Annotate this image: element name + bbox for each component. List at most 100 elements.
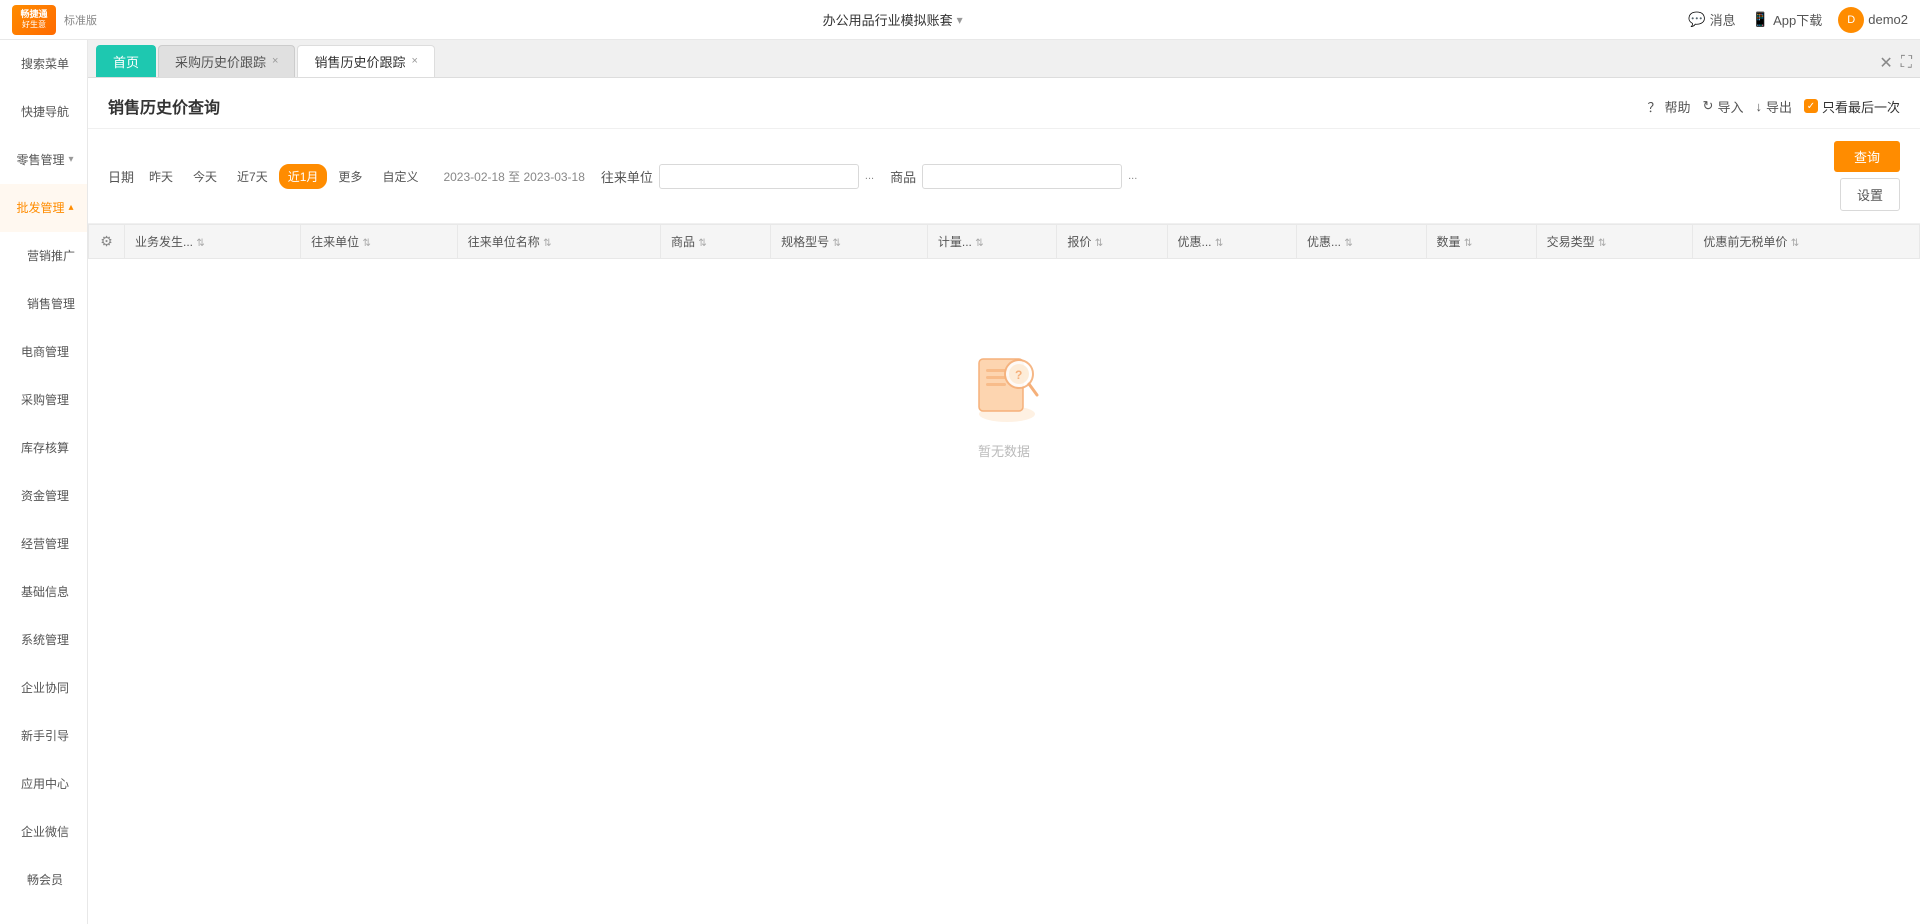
date-btn-1month[interactable]: 近1月 <box>279 164 328 189</box>
ecommerce-mgmt-label: 电商管理 <box>21 344 69 361</box>
import-icon: ↻ <box>1703 98 1714 114</box>
export-icon: ↓ <box>1755 99 1762 114</box>
tab-bar: 首页 采购历史价跟踪 × 销售历史价跟踪 × ✕ ⛶ <box>88 40 1920 78</box>
enterprise-coop-label: 企业协同 <box>21 680 69 697</box>
content-area: 首页 采购历史价跟踪 × 销售历史价跟踪 × ✕ ⛶ 销售历史价查询 <box>88 40 1920 924</box>
partner-input[interactable] <box>659 164 859 189</box>
app-download-btn[interactable]: 📱 App下载 <box>1752 10 1823 29</box>
empty-icon: ? <box>959 339 1049 429</box>
col-qty[interactable]: 数量 ⇅ <box>1426 225 1536 259</box>
export-btn[interactable]: ↓ 导出 <box>1755 97 1792 116</box>
retail-mgmt-sub-icon: ▾ <box>68 153 73 167</box>
sort-icon-partner: ⇅ <box>362 238 370 249</box>
sidebar-item-retail-mgmt[interactable]: 零售管理 ▾ <box>0 136 87 184</box>
sidebar-item-purchase-mgmt[interactable]: 采购管理 <box>0 376 87 424</box>
retail-mgmt-label: 零售管理 <box>16 152 64 169</box>
sort-icon-discount2: ⇅ <box>1344 238 1352 249</box>
sidebar-item-member-card[interactable]: 畅会员 <box>0 856 87 904</box>
query-actions: 查询 设置 <box>1834 141 1900 211</box>
tab-home-label: 首页 <box>113 52 139 71</box>
date-filter-group: 日期 昨天 今天 近7天 近1月 更多 自定义 <box>108 164 427 189</box>
user-area[interactable]: D demo2 <box>1838 7 1908 33</box>
sort-icon-unit: ⇅ <box>975 238 983 249</box>
col-product[interactable]: 商品 ⇅ <box>661 225 771 259</box>
top-bar: 畅捷通 好生意 标准版 办公用品行业模拟账套 ▾ 💬 消息 📱 App下载 D … <box>0 0 1920 40</box>
sidebar-item-basic-info[interactable]: 基础信息 <box>0 568 87 616</box>
import-label: 导入 <box>1717 97 1743 116</box>
col-settings[interactable]: ⚙ <box>89 225 125 259</box>
sales-mgmt-label: 销售管理 <box>27 296 75 313</box>
sidebar-item-ecommerce-mgmt[interactable]: 电商管理 <box>0 328 87 376</box>
filter-bar: 日期 昨天 今天 近7天 近1月 更多 自定义 2023-02-18 至 202… <box>88 129 1920 224</box>
sort-icon-tax-free-price: ⇅ <box>1791 238 1799 249</box>
sidebar-item-sales-mgmt[interactable]: 销售管理 <box>0 280 87 328</box>
basic-info-label: 基础信息 <box>21 584 69 601</box>
sidebar-item-app-center[interactable]: 应用中心 <box>0 760 87 808</box>
date-range-display: 2023-02-18 至 2023-03-18 <box>443 168 584 185</box>
date-btn-custom[interactable]: 自定义 <box>373 164 427 189</box>
col-discount1[interactable]: 优惠... ⇅ <box>1167 225 1297 259</box>
tab-purchase-history-close[interactable]: × <box>272 56 278 67</box>
message-label: 消息 <box>1710 10 1736 29</box>
col-biz-date[interactable]: 业务发生... ⇅ <box>125 225 301 259</box>
sidebar-item-enterprise-coop[interactable]: 企业协同 <box>0 664 87 712</box>
tab-purchase-history[interactable]: 采购历史价跟踪 × <box>158 45 295 77</box>
sidebar-item-system-mgmt[interactable]: 系统管理 <box>0 616 87 664</box>
system-mgmt-label: 系统管理 <box>21 632 69 649</box>
query-button[interactable]: 查询 <box>1834 141 1900 172</box>
export-label: 导出 <box>1766 97 1792 116</box>
col-trade-type[interactable]: 交易类型 ⇅ <box>1536 225 1693 259</box>
app-center-label: 应用中心 <box>21 776 69 793</box>
sidebar-item-ops-mgmt[interactable]: 经营管理 <box>0 520 87 568</box>
import-btn[interactable]: ↻ 导入 <box>1703 97 1744 116</box>
date-btn-7days[interactable]: 近7天 <box>228 164 277 189</box>
date-btn-more[interactable]: 更多 <box>329 164 371 189</box>
col-unit[interactable]: 计量... ⇅ <box>927 225 1057 259</box>
sidebar-item-finance-mgmt[interactable]: 资金管理 <box>0 472 87 520</box>
sidebar-item-enterprise-wechat[interactable]: 企业微信 <box>0 808 87 856</box>
only-last-checkbox[interactable]: ✓ 只看最后一次 <box>1804 97 1900 116</box>
sidebar-item-search-menu[interactable]: 搜索菜单 <box>0 40 87 88</box>
product-filter-group: 商品 ... <box>890 164 1137 189</box>
tab-sales-history[interactable]: 销售历史价跟踪 × <box>297 45 434 77</box>
expand-btn[interactable]: ⛶ <box>1901 54 1912 72</box>
wholesale-mgmt-label: 批发管理 <box>16 200 64 217</box>
settings-icon[interactable]: ⚙ <box>100 233 113 249</box>
tab-sales-history-close[interactable]: × <box>411 56 417 67</box>
product-dots[interactable]: ... <box>1128 170 1137 182</box>
tab-purchase-history-label: 采购历史价跟踪 <box>175 52 266 71</box>
sidebar-item-marketing[interactable]: 营销推广 <box>0 232 87 280</box>
brand-logo: 畅捷通 好生意 <box>12 5 56 35</box>
col-discount2[interactable]: 优惠... ⇅ <box>1297 225 1427 259</box>
message-btn[interactable]: 💬 消息 <box>1688 10 1735 29</box>
sidebar-item-inventory[interactable]: 库存核算 <box>0 424 87 472</box>
date-btn-yesterday[interactable]: 昨天 <box>140 164 182 189</box>
product-input[interactable] <box>922 164 1122 189</box>
sidebar-item-new-user-guide[interactable]: 新手引导 <box>0 712 87 760</box>
col-partner-name[interactable]: 往来单位名称 ⇅ <box>457 225 660 259</box>
page-header-actions: ？ 帮助 ↻ 导入 ↓ 导出 ✓ 只看最后一 <box>1648 97 1900 116</box>
col-price[interactable]: 报价 ⇅ <box>1057 225 1167 259</box>
col-partner[interactable]: 往来单位 ⇅ <box>301 225 458 259</box>
app-title-area[interactable]: 办公用品行业模拟账套 ▾ <box>823 10 963 29</box>
data-table: ⚙ 业务发生... ⇅ 往来单位 ⇅ 往来单位名称 <box>88 224 1920 259</box>
member-card-label: 畅会员 <box>27 872 63 889</box>
close-all-tabs-btn[interactable]: ✕ <box>1879 53 1892 73</box>
sort-icon-price: ⇅ <box>1095 238 1103 249</box>
col-spec[interactable]: 规格型号 ⇅ <box>771 225 928 259</box>
inventory-label: 库存核算 <box>21 440 69 457</box>
sort-icon-qty: ⇅ <box>1464 238 1472 249</box>
dropdown-icon[interactable]: ▾ <box>957 13 963 27</box>
date-btn-today[interactable]: 今天 <box>184 164 226 189</box>
tab-home[interactable]: 首页 <box>96 45 156 77</box>
setting-button[interactable]: 设置 <box>1840 178 1900 211</box>
avatar: D <box>1838 7 1864 33</box>
help-btn[interactable]: ？ 帮助 <box>1648 97 1691 116</box>
col-tax-free-price[interactable]: 优惠前无税单价 ⇅ <box>1693 225 1920 259</box>
sidebar-item-wholesale-mgmt[interactable]: 批发管理 ▴ <box>0 184 87 232</box>
sidebar-item-quick-nav[interactable]: 快捷导航 <box>0 88 87 136</box>
finance-mgmt-label: 资金管理 <box>21 488 69 505</box>
new-user-guide-label: 新手引导 <box>21 728 69 745</box>
wholesale-mgmt-sub-icon: ▴ <box>68 201 73 215</box>
partner-dots[interactable]: ... <box>865 170 874 182</box>
